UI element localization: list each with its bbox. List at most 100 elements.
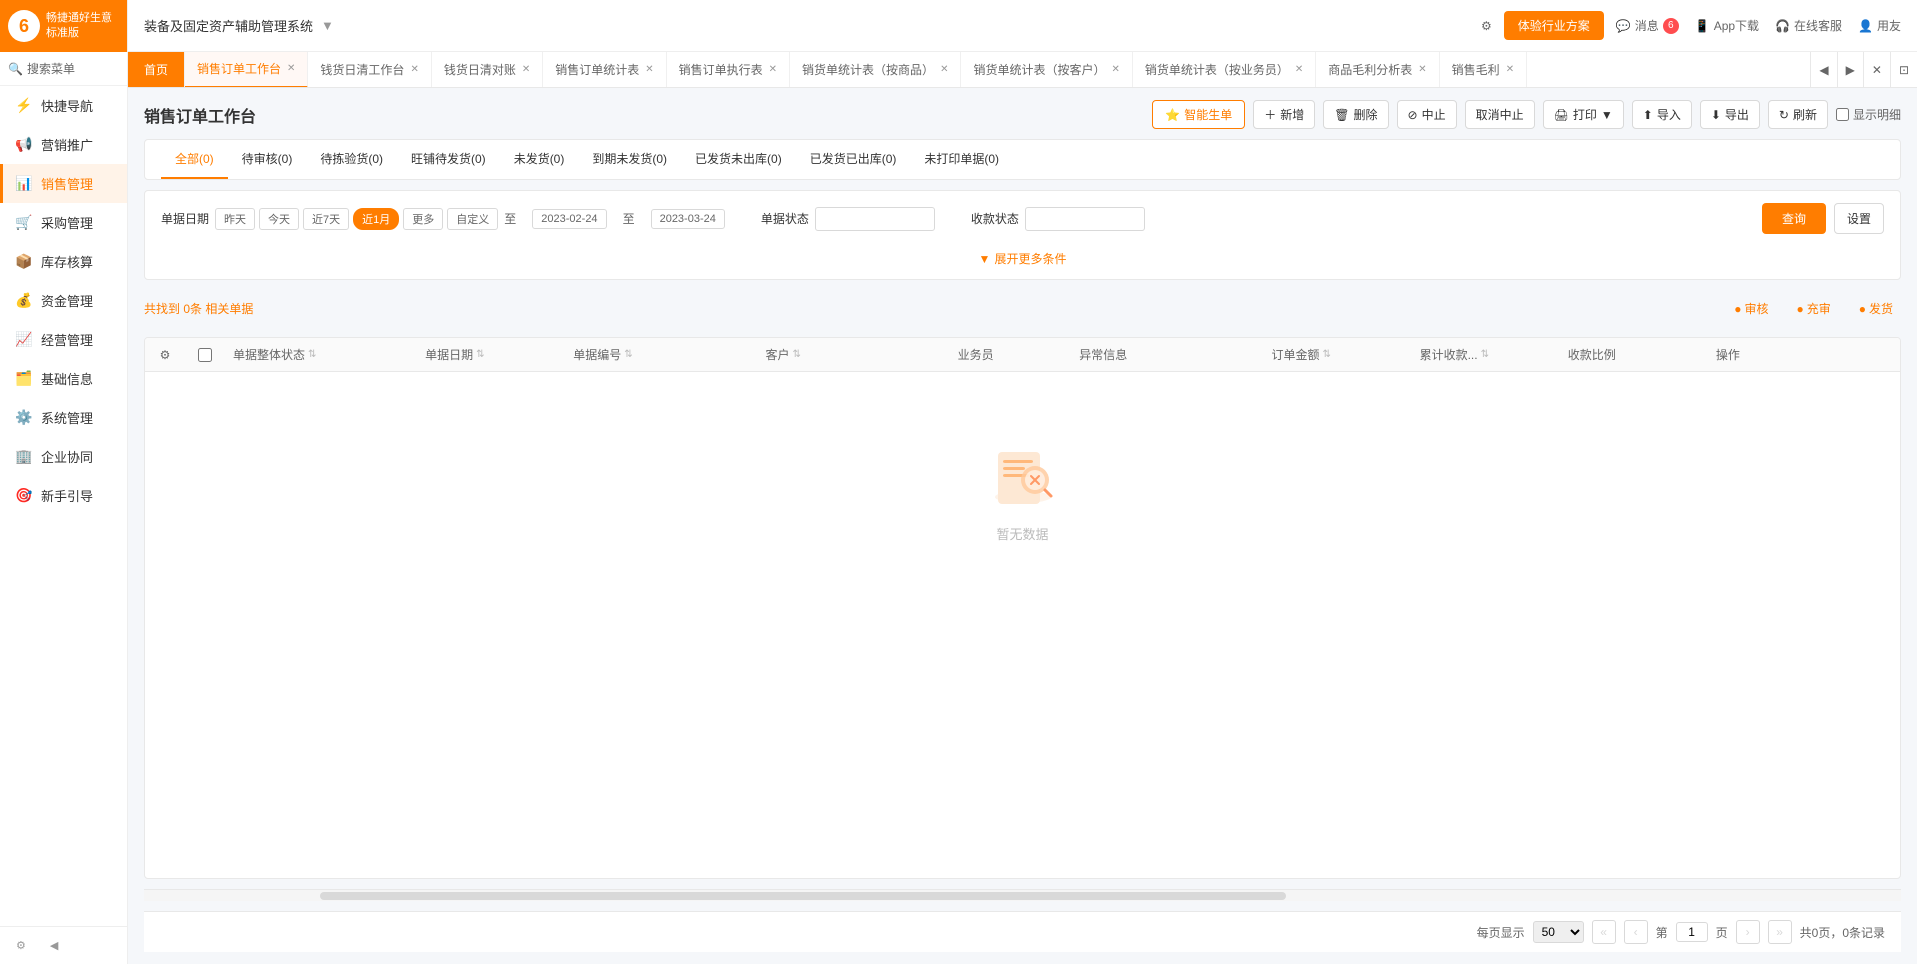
tab-close-sales-stats[interactable]: ✕ [645,64,653,75]
sidebar-item-quick-nav[interactable]: ⚡快捷导航 [0,86,127,125]
online-service-btn[interactable]: 🎧 在线客服 [1775,17,1842,34]
tab-close-cash-daily[interactable]: ✕ [410,64,418,75]
user-menu[interactable]: 👤 用友 [1858,17,1901,34]
tab-sales-summary-customer[interactable]: 销货单统计表（按客户）✕ [961,52,1132,88]
sort-customer-icon[interactable]: ⇅ [792,349,800,360]
next-page-btn[interactable]: › [1736,920,1760,944]
settings-footer-btn[interactable]: ⚙ [8,935,34,956]
settings-btn[interactable]: 设置 [1834,203,1884,234]
tab-maximize[interactable]: ⊡ [1890,52,1917,88]
filter-tab-shipped-out[interactable]: 已发货已出库(0) [796,140,911,179]
sidebar-item-system[interactable]: ⚙️系统管理 [0,398,127,437]
date-quick-custom[interactable]: 自定义 [447,208,498,230]
add-btn[interactable]: ＋ 新增 [1253,100,1315,129]
th-checkbox[interactable] [185,348,225,362]
date-from-input[interactable]: 2023-02-24 [532,209,606,229]
sidebar-item-enterprise[interactable]: 🏢企业协同 [0,437,127,476]
page-input[interactable] [1676,922,1708,942]
sort-state-icon[interactable]: ⇅ [308,349,316,360]
filter-tab-pending-audit[interactable]: 待审核(0) [228,140,307,179]
tab-close-sales-summary-customer[interactable]: ✕ [1111,64,1119,75]
sort-amount-icon[interactable]: ⇅ [1322,349,1330,360]
collapse-btn[interactable]: ◀ [42,935,66,956]
refresh-btn[interactable]: ↻ 刷新 [1768,100,1828,129]
sort-date-icon[interactable]: ⇅ [476,349,484,360]
sort-num-icon[interactable]: ⇅ [624,349,632,360]
date-quick-1month[interactable]: 近1月 [353,208,399,230]
th-settings[interactable]: ⚙ [145,348,185,362]
tab-close-all[interactable]: ✕ [1863,52,1890,88]
filter-tab-shipped-not-out[interactable]: 已发货未出库(0) [681,140,796,179]
show-detail-checkbox[interactable] [1836,108,1849,121]
tab-sales-stats[interactable]: 销售订单统计表✕ [543,52,666,88]
dropdown-icon[interactable]: ▼ [321,18,334,33]
tab-close-sales-summary-product[interactable]: ✕ [940,64,948,75]
tab-sales-summary-staff[interactable]: 销货单统计表（按业务员）✕ [1133,52,1316,88]
select-all-checkbox[interactable] [198,348,212,362]
filter-tab-not-printed[interactable]: 未打印单据(0) [910,140,1013,179]
last-page-btn[interactable]: » [1768,920,1792,944]
payment-select[interactable] [1025,207,1145,231]
print-btn[interactable]: 🖨 打印 ▼ [1543,100,1624,129]
anti-audit-btn[interactable]: ● 充审 [1788,296,1838,321]
sidebar-item-newbie[interactable]: 🎯新手引导 [0,476,127,515]
tab-nav-next[interactable]: ▶ [1837,52,1863,88]
first-page-btn[interactable]: « [1592,920,1616,944]
message-btn[interactable]: 💬 消息 6 [1616,17,1679,34]
tab-product-profit[interactable]: 商品毛利分析表✕ [1316,52,1439,88]
tab-nav-prev[interactable]: ◀ [1810,52,1836,88]
date-quick-yesterday[interactable]: 昨天 [215,208,255,230]
suspend-btn[interactable]: ⊘ 中止 [1397,100,1457,129]
sidebar-item-marketing[interactable]: 📢营销推广 [0,125,127,164]
tab-cash-reconcile[interactable]: 钱货日清对账✕ [432,52,543,88]
tab-sales-profit[interactable]: 销售毛利✕ [1440,52,1527,88]
tab-close-sales-profit[interactable]: ✕ [1506,64,1514,75]
sidebar-item-sales[interactable]: 📊销售管理 [0,164,127,203]
tab-close-sales-order[interactable]: ✕ [287,63,295,74]
filter-tab-not-shipped[interactable]: 未发货(0) [500,140,579,179]
tab-sales-exec[interactable]: 销售订单执行表✕ [667,52,790,88]
date-to-input[interactable]: 2023-03-24 [651,209,725,229]
sidebar-item-operations[interactable]: 📈经营管理 [0,320,127,359]
date-quick-more[interactable]: 更多 [403,208,443,230]
tab-close-sales-exec[interactable]: ✕ [769,64,777,75]
sidebar-search[interactable]: 🔍 搜索菜单 [0,52,127,86]
gear-icon[interactable]: ⚙ [1481,19,1492,33]
filter-tab-pending-inspect[interactable]: 待拣验货(0) [306,140,397,179]
sidebar-item-basic-info[interactable]: 🗂️基础信息 [0,359,127,398]
filter-tab-all[interactable]: 全部(0) [161,140,228,179]
smart-create-btn[interactable]: ⭐ 智能生单 [1152,100,1245,129]
filter-tab-expired-not-shipped[interactable]: 到期未发货(0) [578,140,681,179]
app-download-btn[interactable]: 📱 App下载 [1695,17,1759,34]
expand-conditions-btn[interactable]: ▼ 展开更多条件 [979,250,1067,267]
horizontal-scrollbar[interactable] [144,889,1901,901]
tab-sales-order[interactable]: 销售订单工作台✕ [185,52,308,88]
filter-tab-wangpu-pending[interactable]: 旺铺待发货(0) [397,140,500,179]
prev-page-btn[interactable]: ‹ [1624,920,1648,944]
tab-close-product-profit[interactable]: ✕ [1418,64,1426,75]
tab-close-cash-reconcile[interactable]: ✕ [522,64,530,75]
export-btn[interactable]: ⬇ 导出 [1700,100,1760,129]
cancel-suspend-btn[interactable]: 取消中止 [1465,100,1535,129]
import-btn[interactable]: ⬆ 导入 [1632,100,1692,129]
phone-icon: 📱 [1695,19,1710,33]
delete-btn[interactable]: 🗑 删除 [1323,100,1388,129]
date-quick-today[interactable]: 今天 [259,208,299,230]
ship-btn[interactable]: ● 发货 [1851,296,1901,321]
industry-button[interactable]: 体验行业方案 [1504,11,1604,40]
sidebar-item-inventory[interactable]: 📦库存核算 [0,242,127,281]
audit-btn[interactable]: ● 审核 [1726,296,1776,321]
tab-close-sales-summary-staff[interactable]: ✕ [1295,64,1303,75]
show-detail-toggle[interactable]: 显示明细 [1836,106,1901,123]
date-quick-7days[interactable]: 近7天 [303,208,349,230]
page-size-select[interactable]: 10 20 50 100 [1533,921,1584,943]
scroll-thumb[interactable] [320,892,1286,900]
query-btn[interactable]: 查询 [1762,203,1826,234]
sort-collected-icon[interactable]: ⇅ [1481,349,1489,360]
tab-home[interactable]: 首页 [128,52,185,88]
tab-cash-daily[interactable]: 钱货日清工作台✕ [308,52,431,88]
status-select[interactable] [815,207,935,231]
tab-sales-summary-product[interactable]: 销货单统计表（按商品）✕ [790,52,961,88]
sidebar-item-purchase[interactable]: 🛒采购管理 [0,203,127,242]
sidebar-item-finance[interactable]: 💰资金管理 [0,281,127,320]
